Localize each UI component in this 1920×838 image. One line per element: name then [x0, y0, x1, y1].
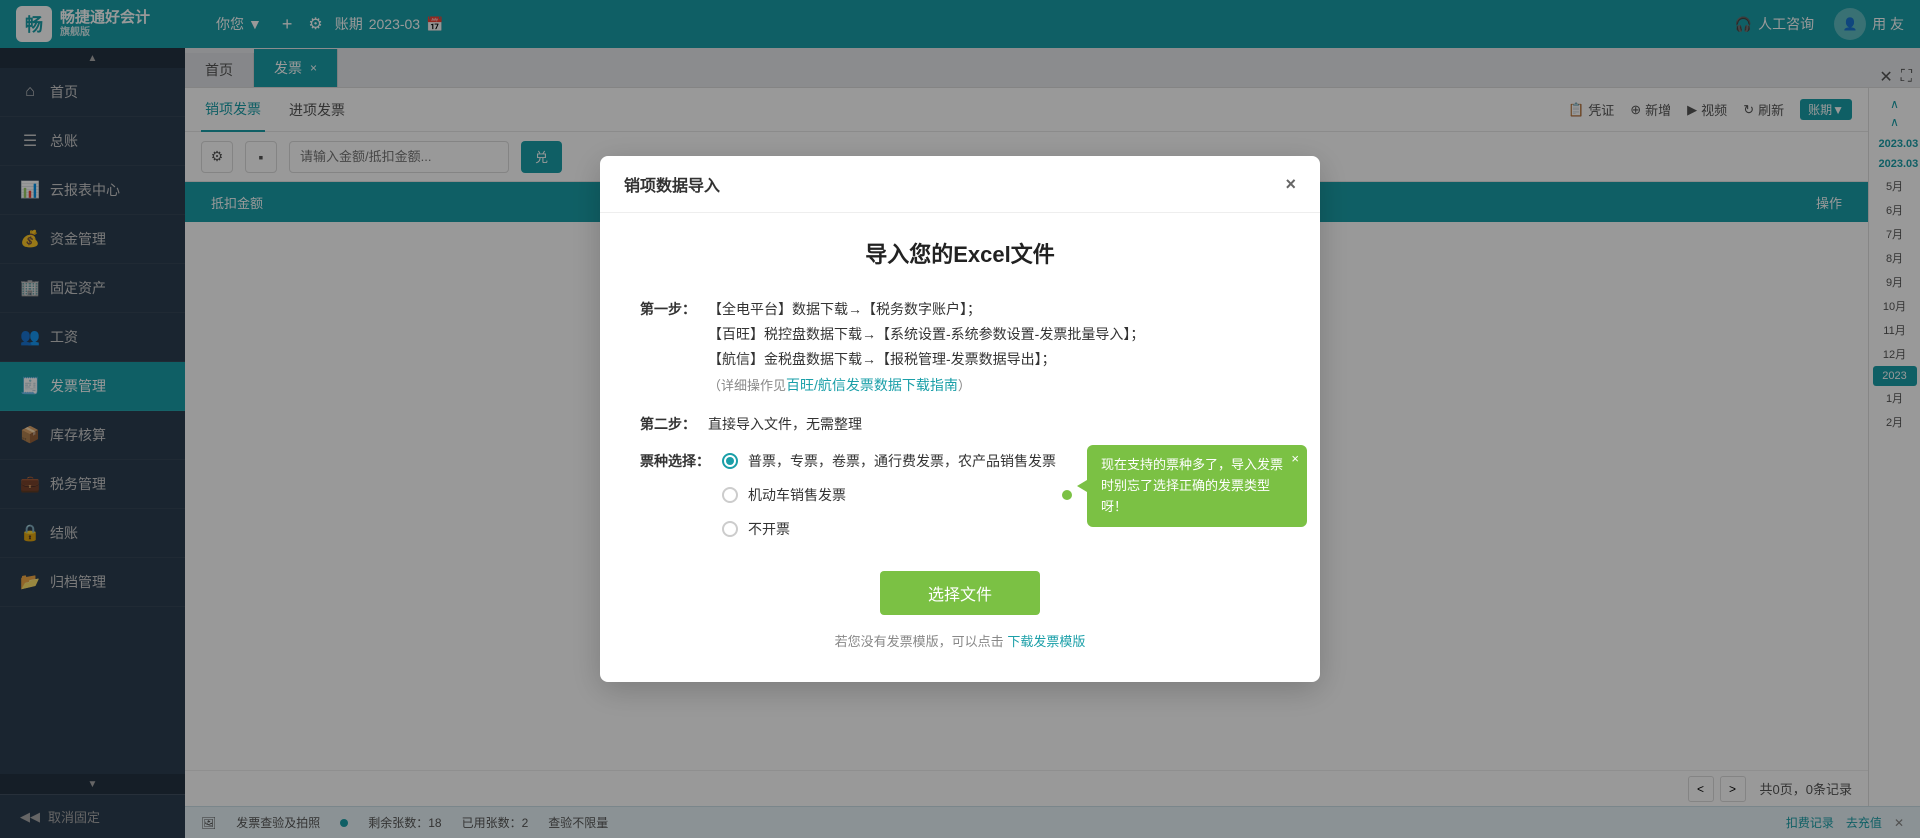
- radio-option-0[interactable]: 普票，专票，卷票，通行费发票，农产品销售发票: [722, 451, 1056, 471]
- step1-line-0: 【全电平台】数据下载→【税务数字账户】；: [708, 297, 1280, 322]
- step2-row: 第二步： 直接导入文件，无需整理: [640, 412, 1280, 437]
- modal-footer: 若您没有发票模版，可以点击 下载发票模版: [640, 631, 1280, 650]
- step1-row: 第一步： 【全电平台】数据下载→【税务数字账户】； 【百旺】税控盘数据下载→【系…: [640, 297, 1280, 398]
- tooltip-text: 现在支持的票种多了，导入发票时别忘了选择正确的发票类型呀！: [1101, 457, 1283, 514]
- step1-line-2: 【航信】金税盘数据下载→【报税管理-发票数据导出】；: [708, 347, 1280, 372]
- tooltip-arrow: [1077, 480, 1087, 492]
- modal-body: 导入您的Excel文件 第一步： 【全电平台】数据下载→【税务数字账户】； 【百…: [600, 213, 1320, 682]
- tooltip-close-btn[interactable]: ×: [1291, 449, 1299, 470]
- modal-overlay[interactable]: 销项数据导入 × 导入您的Excel文件 第一步： 【全电平台】数据下载→【税务…: [0, 0, 1920, 838]
- radio-inner-0: [726, 457, 734, 465]
- radio-label-2: 不开票: [748, 519, 790, 539]
- radio-circle-2: [722, 521, 738, 537]
- modal-header: 销项数据导入 ×: [600, 156, 1320, 213]
- select-file-wrapper: 选择文件: [640, 571, 1280, 615]
- step1-label: 第一步：: [640, 297, 696, 398]
- select-file-button[interactable]: 选择文件: [880, 571, 1040, 615]
- modal-title: 销项数据导入: [624, 172, 720, 196]
- step2-text: 直接导入文件，无需整理: [708, 416, 862, 432]
- ticket-select-label: 票种选择：: [640, 451, 710, 471]
- ticket-select-row: 票种选择： 普票，专票，卷票，通行费发票，农产品销售发票 机动车销售发票: [640, 451, 1280, 539]
- step1-content: 【全电平台】数据下载→【税务数字账户】； 【百旺】税控盘数据下载→【系统设置-系…: [708, 297, 1280, 398]
- modal-close-button[interactable]: ×: [1285, 175, 1296, 193]
- radio-label-1: 机动车销售发票: [748, 485, 846, 505]
- footer-text: 若您没有发票模版，可以点击: [835, 634, 1004, 649]
- tooltip-dot: [1062, 490, 1072, 500]
- step2-label: 第二步：: [640, 412, 696, 437]
- download-template-link[interactable]: 下载发票模版: [1007, 634, 1085, 649]
- radio-label-0: 普票，专票，卷票，通行费发票，农产品销售发票: [748, 451, 1056, 471]
- step2-content: 直接导入文件，无需整理: [708, 412, 1280, 437]
- tooltip-bubble: × 现在支持的票种多了，导入发票时别忘了选择正确的发票类型呀！: [1087, 445, 1307, 527]
- radio-circle-1: [722, 487, 738, 503]
- radio-option-1[interactable]: 机动车销售发票 × 现在支持的票种多了，导入发票时别忘了选择正确的发票类型呀！: [722, 485, 1056, 505]
- import-modal: 销项数据导入 × 导入您的Excel文件 第一步： 【全电平台】数据下载→【税务…: [600, 156, 1320, 682]
- modal-big-title: 导入您的Excel文件: [640, 237, 1280, 269]
- radio-group: 普票，专票，卷票，通行费发票，农产品销售发票 机动车销售发票 × 现在支持的票种…: [722, 451, 1056, 539]
- radio-option-2[interactable]: 不开票: [722, 519, 1056, 539]
- step1-link-line: （详细操作见百旺/航信发票数据下载指南）: [708, 373, 1280, 398]
- download-guide-link[interactable]: 百旺/航信发票数据下载指南: [786, 377, 958, 393]
- radio-circle-0: [722, 453, 738, 469]
- step1-line-1: 【百旺】税控盘数据下载→【系统设置-系统参数设置-发票批量导入】；: [708, 322, 1280, 347]
